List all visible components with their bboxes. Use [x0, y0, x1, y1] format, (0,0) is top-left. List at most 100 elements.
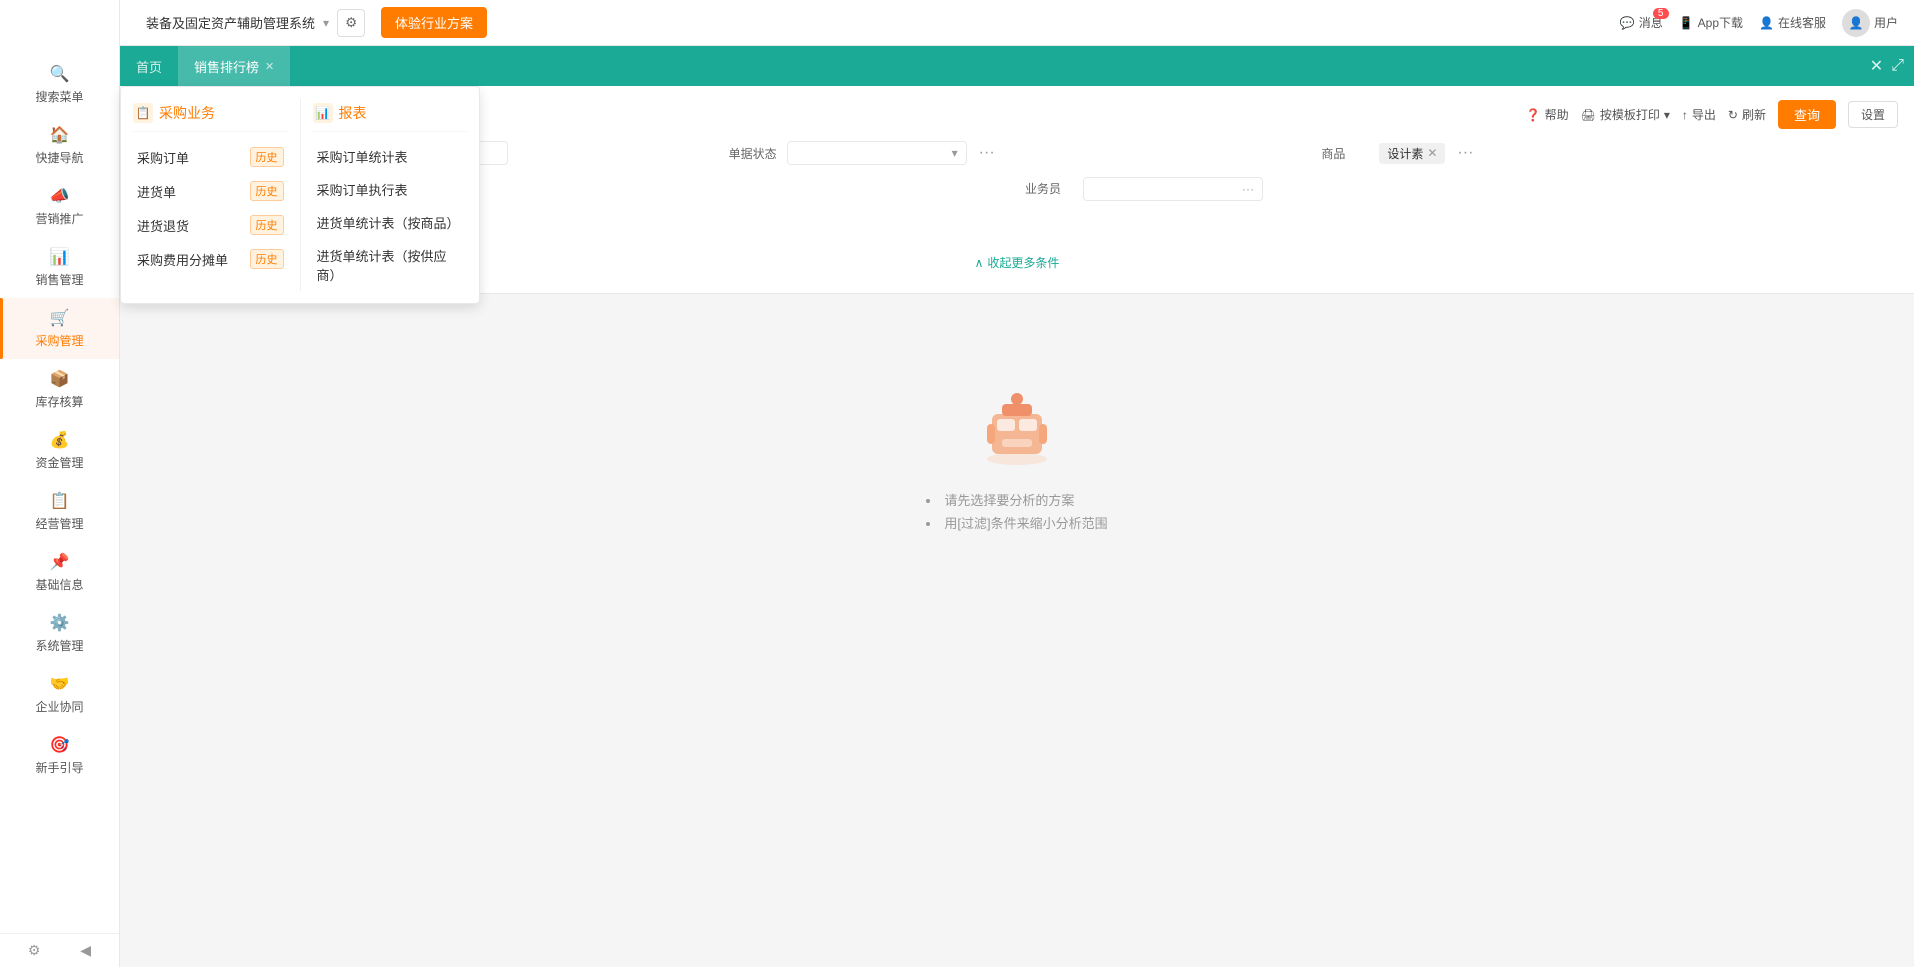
settings-bottom-button[interactable]: ⚙ [28, 942, 41, 959]
collapse-label: 收起更多条件 [987, 254, 1059, 271]
help-label: 帮助 [1545, 106, 1569, 123]
refresh-button[interactable]: ↻ 刷新 [1728, 106, 1766, 123]
sidebar-label-purchase: 采购管理 [35, 332, 83, 349]
goods-tag-close[interactable]: ✕ [1427, 146, 1437, 160]
online-service-label: 在线客服 [1778, 14, 1826, 31]
goods-return-history: 历史 [250, 215, 284, 235]
export-button[interactable]: ↑ 导出 [1682, 106, 1716, 123]
salesperson-label: 业务员 [1025, 180, 1075, 197]
sidebar: 🔍 搜索菜单 🏠 快捷导航 📣 营销推广 📊 销售管理 🛒 采购管理 📦 库存核… [0, 0, 120, 967]
empty-tip-2: 用[过滤]条件来缩小分析范围 [926, 513, 1107, 532]
status-select-arrow: ▾ [952, 146, 958, 160]
industry-button[interactable]: 体验行业方案 [381, 7, 487, 38]
goods-label: 商品 [1321, 145, 1371, 162]
goods-stats-product-label: 进货单统计表（按商品） [317, 213, 460, 232]
goods-stats-supplier-label: 进货单统计表（按供应商） [317, 246, 464, 284]
dropdown-goods-return[interactable]: 进货退货 历史 [133, 208, 288, 242]
print-button[interactable]: 🖨 按模板打印 ▾ [1581, 106, 1670, 123]
enterprise-icon: 🤝 [50, 674, 70, 694]
sidebar-item-nav[interactable]: 🏠 快捷导航 [0, 115, 119, 176]
system-title-text: 装备及固定资产辅助管理系统 [146, 13, 315, 32]
status-select[interactable]: ▾ [787, 141, 967, 165]
system-dropdown-arrow[interactable]: ▾ [323, 16, 329, 30]
tab-home-label: 首页 [136, 57, 162, 76]
system-title: 装备及固定资产辅助管理系统 ▾ ⚙ 体验行业方案 [146, 7, 1620, 38]
dropdown-purchase-expense[interactable]: 采购费用分摊单 历史 [133, 242, 288, 276]
empty-illustration [967, 374, 1067, 474]
sidebar-item-system[interactable]: ⚙️ 系统管理 [0, 603, 119, 664]
sidebar-item-inventory[interactable]: 📦 库存核算 [0, 359, 119, 420]
phone-icon: 📱 [1679, 16, 1694, 30]
sidebar-item-purchase[interactable]: 🛒 采购管理 [0, 298, 119, 359]
status-label: 单据状态 [729, 145, 779, 162]
message-button[interactable]: 💬 5 消息 [1620, 14, 1663, 31]
print-icon: 🖨 [1581, 108, 1596, 122]
tab-close-icon[interactable]: ✕ [265, 60, 274, 73]
gear-button[interactable]: ⚙ [337, 9, 365, 37]
print-label: 按模板打印 [1600, 106, 1660, 123]
sidebar-label-nav: 快捷导航 [35, 149, 83, 166]
dropdown-goods-stats-supplier[interactable]: 进货单统计表（按供应商） [313, 239, 468, 291]
report-section-icon: 📊 [313, 103, 333, 123]
message-badge: 5 [1653, 8, 1669, 19]
online-service-button[interactable]: 👤 在线客服 [1759, 14, 1826, 31]
goods-tag: 设计素 ✕ [1379, 143, 1445, 164]
sidebar-label-basic: 基础信息 [35, 576, 83, 593]
tab-bar: 首页 销售排行榜 ✕ ✕ ⤢ [120, 46, 1914, 86]
user-button[interactable]: 👤 用户 [1842, 9, 1898, 37]
goods-tag-text: 设计素 [1387, 145, 1423, 162]
purchase-expense-history: 历史 [250, 249, 284, 269]
settings-query-button[interactable]: 设置 [1848, 101, 1898, 128]
empty-tip-1: 请先选择要分析的方案 [926, 490, 1107, 509]
finance-icon: 💰 [50, 430, 70, 450]
sidebar-item-search[interactable]: 🔍 搜索菜单 [0, 54, 119, 115]
user-label: 用户 [1874, 14, 1898, 31]
dropdown-purchase-order[interactable]: 采购订单 历史 [133, 140, 288, 174]
purchase-expense-label: 采购费用分摊单 [137, 250, 228, 269]
sidebar-item-guide[interactable]: 🎯 新手引导 [0, 725, 119, 786]
refresh-icon: ↻ [1728, 108, 1738, 122]
refresh-label: 刷新 [1742, 106, 1766, 123]
collapse-sidebar-button[interactable]: ◀ [80, 942, 91, 959]
salesperson-filter-group: 业务员 ··· [1025, 177, 1898, 201]
sidebar-item-sales[interactable]: 📊 销售管理 [0, 237, 119, 298]
print-dropdown-icon: ▾ [1664, 108, 1670, 122]
sidebar-label-system: 系统管理 [35, 637, 83, 654]
dropdown-columns: 📋 采购业务 采购订单 历史 进货单 历史 进货退货 历史 采购费用分摊单 历史 [121, 99, 479, 291]
purchase-dropdown: 📋 采购业务 采购订单 历史 进货单 历史 进货退货 历史 采购费用分摊单 历史 [120, 86, 480, 304]
report-section-title: 📊 报表 [313, 99, 468, 132]
purchase-order-history: 历史 [250, 147, 284, 167]
help-button[interactable]: ❓ 帮助 [1526, 106, 1569, 123]
goods-dots[interactable]: ··· [1453, 144, 1477, 162]
report-col: 📊 报表 采购订单统计表 采购订单执行表 进货单统计表（按商品） 进货单统计表（… [301, 99, 480, 291]
app-download-button[interactable]: 📱 App下载 [1679, 14, 1743, 31]
empty-state: 请先选择要分析的方案 用[过滤]条件来缩小分析范围 [120, 294, 1914, 616]
salesperson-select[interactable]: ··· [1083, 177, 1263, 201]
app-download-label: App下载 [1698, 14, 1743, 31]
sidebar-item-finance[interactable]: 💰 资金管理 [0, 420, 119, 481]
goods-filter-group: 商品 设计素 ✕ ··· [1321, 143, 1898, 164]
dropdown-goods-receipt[interactable]: 进货单 历史 [133, 174, 288, 208]
tab-maximize-button[interactable]: ⤢ [1891, 57, 1904, 75]
help-icon: ❓ [1526, 108, 1541, 122]
export-icon: ↑ [1682, 108, 1688, 122]
goods-return-label: 进货退货 [137, 216, 189, 235]
collapse-arrow-icon: ∧ [975, 256, 984, 270]
tab-home[interactable]: 首页 [120, 46, 178, 86]
query-button[interactable]: 查询 [1778, 100, 1836, 129]
status-dots[interactable]: ··· [975, 144, 999, 162]
inventory-icon: 📦 [50, 369, 70, 389]
dropdown-purchase-order-exec[interactable]: 采购订单执行表 [313, 173, 468, 206]
sidebar-item-enterprise[interactable]: 🤝 企业协同 [0, 664, 119, 725]
tab-close-window-button[interactable]: ✕ [1870, 56, 1883, 76]
dropdown-purchase-order-stats[interactable]: 采购订单统计表 [313, 140, 468, 173]
header-right: 💬 5 消息 📱 App下载 👤 在线客服 👤 用户 [1620, 9, 1898, 37]
tab-sales-rank[interactable]: 销售排行榜 ✕ [178, 46, 290, 86]
sidebar-label-marketing: 营销推广 [35, 210, 83, 227]
sales-icon: 📊 [50, 247, 70, 267]
search-icon: 🔍 [50, 64, 70, 84]
sidebar-item-basic[interactable]: 📌 基础信息 [0, 542, 119, 603]
sidebar-item-marketing[interactable]: 📣 营销推广 [0, 176, 119, 237]
dropdown-goods-stats-product[interactable]: 进货单统计表（按商品） [313, 206, 468, 239]
sidebar-item-operation[interactable]: 📋 经营管理 [0, 481, 119, 542]
